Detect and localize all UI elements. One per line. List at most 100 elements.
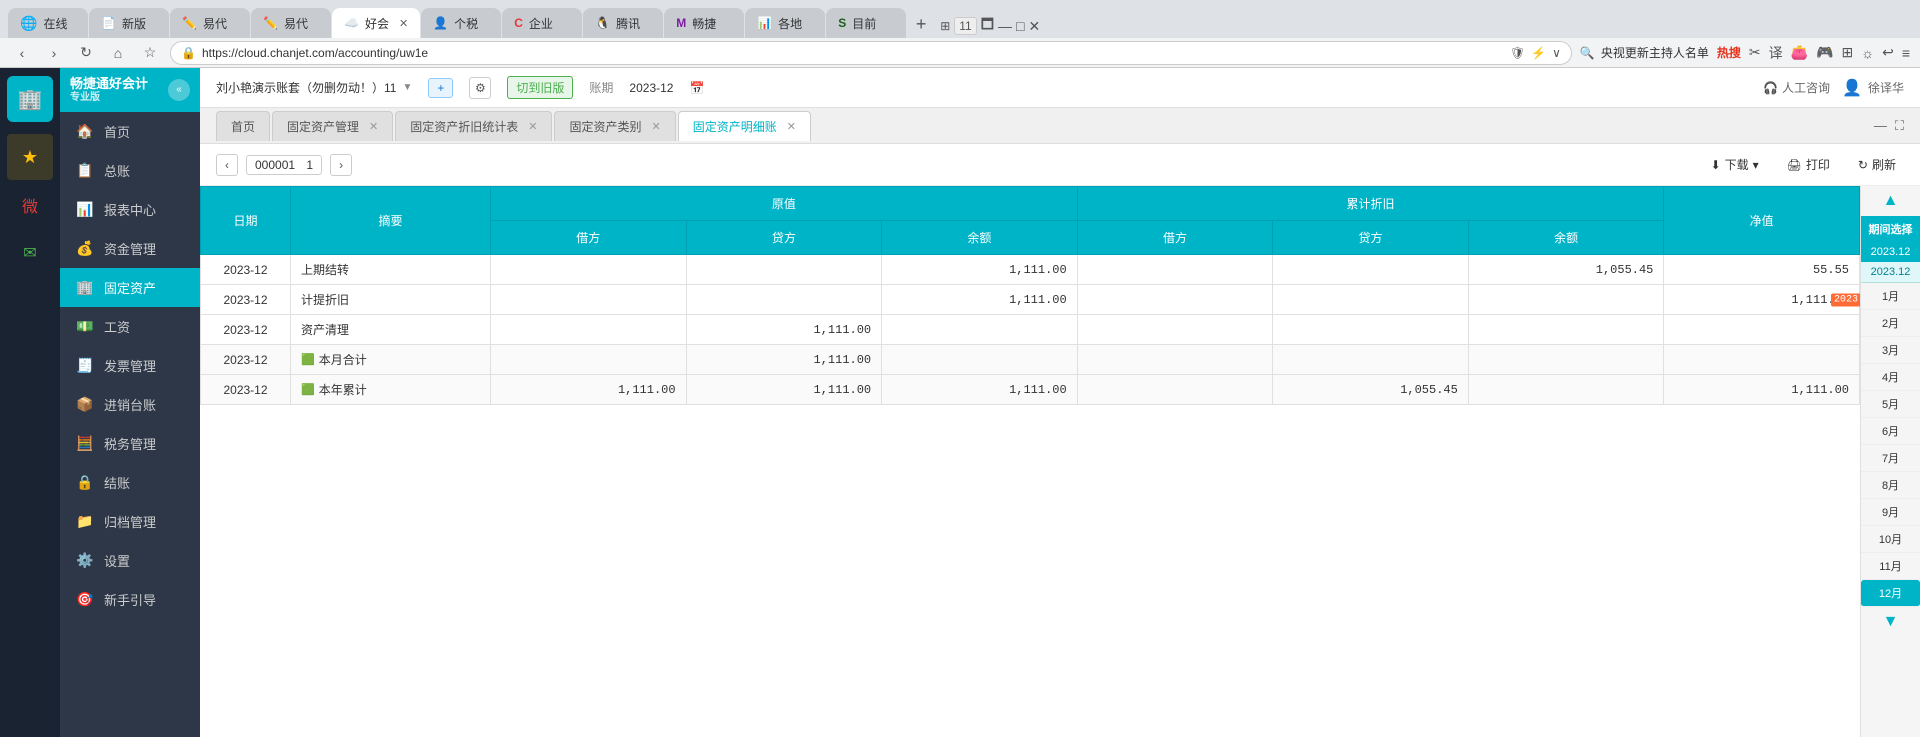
sidebar-item-settings[interactable]: ⚙️ 设置 xyxy=(60,541,200,580)
restore-icon[interactable]: 🗖 xyxy=(981,14,994,38)
minimize-icon[interactable]: — xyxy=(998,18,1012,34)
sidebar-item-closing[interactable]: 🔒 结账 xyxy=(60,463,200,502)
wallet-icon[interactable]: 👛 xyxy=(1791,44,1808,61)
period-month-2[interactable]: 2月 xyxy=(1861,310,1920,337)
switch-version-button[interactable]: 切到旧版 xyxy=(507,76,573,99)
hot-search-label[interactable]: 热搜 xyxy=(1717,44,1741,61)
tab-close-asset-detail[interactable]: ✕ xyxy=(787,120,796,133)
address-bar[interactable]: 🔒 https://cloud.chanjet.com/accounting/u… xyxy=(170,41,1572,65)
reload-button[interactable]: ↻ xyxy=(74,41,98,65)
tab-expand-icon[interactable]: ⛶ xyxy=(1895,118,1904,134)
tab-close-asset-category[interactable]: ✕ xyxy=(652,120,661,133)
browser-tab-muqian[interactable]: S 目前 xyxy=(826,8,906,38)
sidebar-star-icon[interactable]: ★ xyxy=(7,134,53,180)
browser-tab-tencent[interactable]: 🐧 腾讯 xyxy=(583,8,663,38)
browser-tab-gedi[interactable]: 📊 各地 xyxy=(745,8,825,38)
period-month-10[interactable]: 10月 xyxy=(1861,526,1920,553)
period-month-9[interactable]: 9月 xyxy=(1861,499,1920,526)
support-button[interactable]: 🎧 人工咨询 xyxy=(1763,79,1830,96)
browser-tab-close-haohui[interactable]: ✕ xyxy=(399,17,408,30)
window-close-icon[interactable]: ✕ xyxy=(1029,18,1041,35)
ssl-icon: 🔒 xyxy=(181,46,196,60)
brightness-icon[interactable]: ☼ xyxy=(1861,45,1874,61)
sidebar-item-archive[interactable]: 📁 归档管理 xyxy=(60,502,200,541)
browser-tab-haohui[interactable]: ☁️ 好会 ✕ xyxy=(332,8,420,38)
header-right: 🎧 人工咨询 👤 徐译华 xyxy=(1763,78,1904,98)
download-button[interactable]: ⬇ 下载 ▾ xyxy=(1703,152,1767,177)
period-month-8[interactable]: 8月 xyxy=(1861,472,1920,499)
period-scroll-down[interactable]: ▼ xyxy=(1861,607,1920,637)
translate-icon[interactable]: 译 xyxy=(1769,43,1783,63)
sidebar-mail-icon[interactable]: ✉ xyxy=(7,230,53,276)
period-month-6[interactable]: 6月 xyxy=(1861,418,1920,445)
assets-icon: 🏢 xyxy=(76,279,94,296)
new-tab-button[interactable]: + xyxy=(907,10,935,38)
period-month-1[interactable]: 1月 xyxy=(1861,283,1920,310)
sidebar-item-inventory[interactable]: 📦 进销台账 xyxy=(60,385,200,424)
browser-tab-new[interactable]: 📄 新版 xyxy=(89,8,169,38)
prev-page-button[interactable]: ‹ xyxy=(216,154,238,176)
notification-badge[interactable]: 11 xyxy=(954,17,976,35)
browser-tab-yidai1[interactable]: ✏️ 易代 xyxy=(170,8,250,38)
period-scroll-up[interactable]: ▲ xyxy=(1861,186,1920,216)
tab-close-asset-management[interactable]: ✕ xyxy=(369,120,378,133)
collapse-sidebar-button[interactable]: « xyxy=(168,79,190,101)
period-month-11[interactable]: 11月 xyxy=(1861,553,1920,580)
sidebar-item-invoice[interactable]: 🧾 发票管理 xyxy=(60,346,200,385)
sidebar-item-funds[interactable]: 💰 资金管理 xyxy=(60,229,200,268)
settings-small-button[interactable]: ⚙ xyxy=(469,77,491,99)
browser-tab-online[interactable]: 🌐 在线 xyxy=(8,8,88,38)
cell-orig-debit-4 xyxy=(491,345,687,375)
game-icon[interactable]: 🎮 xyxy=(1816,44,1833,61)
print-button[interactable]: 🖨 打印 xyxy=(1779,152,1838,177)
sidebar-weibo-icon[interactable]: 微 xyxy=(7,182,53,228)
company-selector[interactable]: 刘小艳演示账套（勿删勿动！）11 ▼ xyxy=(216,79,412,96)
browser-tab-yidai2[interactable]: ✏️ 易代 xyxy=(251,8,331,38)
refresh-button[interactable]: ↻ 刷新 xyxy=(1850,152,1904,177)
add-company-button[interactable]: + xyxy=(428,78,453,98)
period-month-3[interactable]: 3月 xyxy=(1861,337,1920,364)
tab-minimize-icon[interactable]: — xyxy=(1874,118,1887,133)
tab-asset-category[interactable]: 固定资产类别 ✕ xyxy=(554,111,675,141)
tab-close-depreciation-stats[interactable]: ✕ xyxy=(528,120,537,133)
sidebar-item-ledger[interactable]: 📋 总账 xyxy=(60,151,200,190)
user-area[interactable]: 👤 徐译华 xyxy=(1842,78,1904,98)
sidebar-item-reports[interactable]: 📊 报表中心 xyxy=(60,190,200,229)
cell-summary-5: 🟩 本年累计 xyxy=(291,375,491,405)
maximize-icon[interactable]: □ xyxy=(1016,18,1024,34)
sidebar-item-home[interactable]: 🏠 首页 xyxy=(60,112,200,151)
period-month-4[interactable]: 4月 xyxy=(1861,364,1920,391)
period-month-5[interactable]: 5月 xyxy=(1861,391,1920,418)
tab-asset-detail[interactable]: 固定资产明细账 ✕ xyxy=(678,111,811,141)
search-area[interactable]: 🔍 央视更新主持人名单 xyxy=(1580,44,1709,61)
next-page-button[interactable]: › xyxy=(330,154,352,176)
scissors-icon[interactable]: ✂ xyxy=(1749,44,1761,61)
payroll-icon: 💵 xyxy=(76,318,94,335)
browser-tab-changjie[interactable]: M 畅捷 xyxy=(664,8,744,38)
cell-acc-credit-3 xyxy=(1273,315,1469,345)
grid-icon[interactable]: ⊞ xyxy=(1842,44,1854,61)
undo-icon[interactable]: ↩ xyxy=(1882,44,1894,61)
sidebar-item-tax[interactable]: 🧮 税务管理 xyxy=(60,424,200,463)
app-logo-area: 畅捷通好会计 专业版 « xyxy=(60,68,200,112)
sidebar-item-assets[interactable]: 🏢 固定资产 xyxy=(60,268,200,307)
dropdown-arrow-icon[interactable]: ∨ xyxy=(1552,46,1561,60)
bookmark-button[interactable]: ☆ xyxy=(138,41,162,65)
sidebar-item-guide[interactable]: 🎯 新手引导 xyxy=(60,580,200,619)
period-month-7[interactable]: 7月 xyxy=(1861,445,1920,472)
calendar-icon[interactable]: 📅 xyxy=(689,81,704,95)
tab-home[interactable]: 首页 xyxy=(216,111,270,141)
home-button[interactable]: ⌂ xyxy=(106,41,130,65)
tab-depreciation-stats[interactable]: 固定资产折旧统计表 ✕ xyxy=(395,111,552,141)
browser-tab-enterprise[interactable]: C 企业 xyxy=(502,8,582,38)
tab-label-enterprise: 企业 xyxy=(529,15,553,32)
sidebar-item-payroll[interactable]: 💵 工资 xyxy=(60,307,200,346)
sidebar-logo-icon[interactable]: 🏢 xyxy=(7,76,53,122)
period-month-12[interactable]: 12月 xyxy=(1861,580,1920,607)
back-button[interactable]: ‹ xyxy=(10,41,34,65)
browser-tab-geshui[interactable]: 👤 个税 xyxy=(421,8,501,38)
forward-button[interactable]: › xyxy=(42,41,66,65)
tab-asset-management[interactable]: 固定资产管理 ✕ xyxy=(272,111,393,141)
tab-settings-icon[interactable]: ⊞ xyxy=(940,19,950,33)
menu-icon[interactable]: ≡ xyxy=(1902,45,1910,61)
